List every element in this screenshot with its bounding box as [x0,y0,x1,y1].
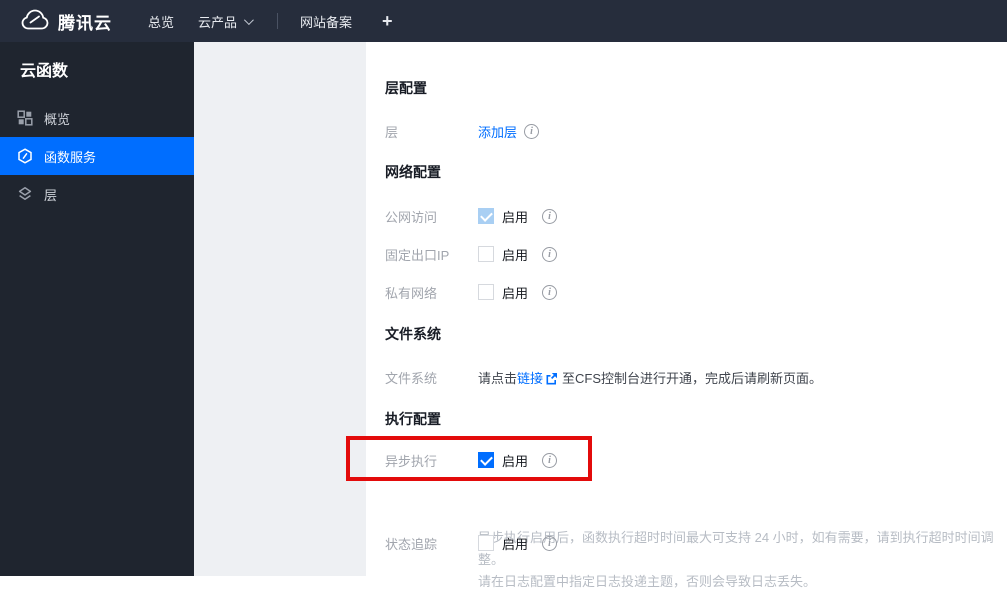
sidebar-item-label: 层 [44,187,58,203]
public-network-label: 公网访问 [385,209,438,225]
enable-checkbox[interactable] [478,208,494,224]
nav-icp-filing[interactable]: 网站备案 [300,12,352,31]
fixed-egress-ip-row: 固定出口IP 启用 [385,244,558,264]
enable-checkbox[interactable] [478,535,494,551]
info-icon[interactable] [542,208,558,224]
sidebar-title: 云函数 [20,63,69,80]
tencent-cloud-logo[interactable]: 腾讯云 [21,9,112,34]
enable-checkbox[interactable] [478,284,494,300]
nav-cloud-products[interactable]: 云产品 [198,12,254,31]
nav-divider [277,13,279,29]
sidebar-item-label: 概览 [44,111,71,127]
chevron-down-icon [243,14,254,25]
layer-row: 层 添加层 [385,121,540,141]
sidebar-item-function-service[interactable]: 函数服务 [0,137,194,175]
enable-checkbox[interactable] [478,246,494,262]
section-heading-execution-config: 执行配置 [385,411,441,427]
sidebar-item-layers[interactable]: 层 [0,175,194,213]
enable-label: 启用 [502,209,529,225]
add-layer-link[interactable]: 添加层 [478,122,517,141]
info-icon[interactable] [542,452,558,468]
function-hexagon-icon [17,148,33,164]
section-heading-file-system: 文件系统 [385,326,441,342]
add-nav-tab-button[interactable]: + [382,11,393,32]
settings-panel: 层配置 层 添加层 网络配置 公网访问 启用 固定出口IP 启用 私有网络 启用… [366,42,1007,589]
sidebar-item-label: 函数服务 [44,149,97,165]
sidebar-menu: 概览 函数服务 层 [0,99,194,213]
file-system-row: 文件系统 请点击链接 至CFS控制台进行开通，完成后请刷新页面。 [385,367,822,387]
async-execution-label: 异步执行 [385,453,438,469]
enable-checkbox[interactable] [478,452,494,468]
section-heading-layer-config: 层配置 [385,80,427,96]
public-network-row: 公网访问 启用 [385,206,558,226]
enable-label: 启用 [502,247,529,263]
info-icon[interactable] [542,284,558,300]
layer-label: 层 [385,124,399,140]
file-system-hint: 请点击链接 至CFS控制台进行开通，完成后请刷新页面。 [478,370,823,386]
external-link-icon [545,372,558,385]
async-execution-row: 异步执行 启用 [385,450,558,470]
enable-label: 启用 [502,536,529,552]
layers-icon [17,186,33,202]
sidebar-item-overview[interactable]: 概览 [0,99,194,137]
nav-overview[interactable]: 总览 [148,12,174,31]
info-icon[interactable] [542,246,558,262]
file-system-label: 文件系统 [385,370,438,386]
top-nav-items: 总览 云产品 网站备案 + [148,11,393,32]
vpc-row: 私有网络 启用 [385,282,558,302]
info-icon[interactable] [524,123,540,139]
enable-label: 启用 [502,285,529,301]
help-line-2: 请在日志配置中指定日志投递主题，否则会导致日志丢失。 [478,574,817,589]
status-tracking-label: 状态追踪 [385,536,438,552]
cfs-console-link[interactable]: 链接 [517,371,543,386]
sidebar: 云函数 概览 函数服务 层 [0,42,194,576]
fixed-egress-ip-label: 固定出口IP [385,247,450,263]
info-icon[interactable] [542,535,558,551]
section-heading-network-config: 网络配置 [385,164,441,180]
status-tracking-row: 状态追踪 启用 [385,533,558,553]
top-navbar: 腾讯云 总览 云产品 网站备案 + [0,0,1007,42]
brand-name: 腾讯云 [58,13,112,33]
grid-icon [17,110,33,126]
vpc-label: 私有网络 [385,285,438,301]
enable-label: 启用 [502,453,529,469]
cloud-logo-icon [21,9,49,33]
